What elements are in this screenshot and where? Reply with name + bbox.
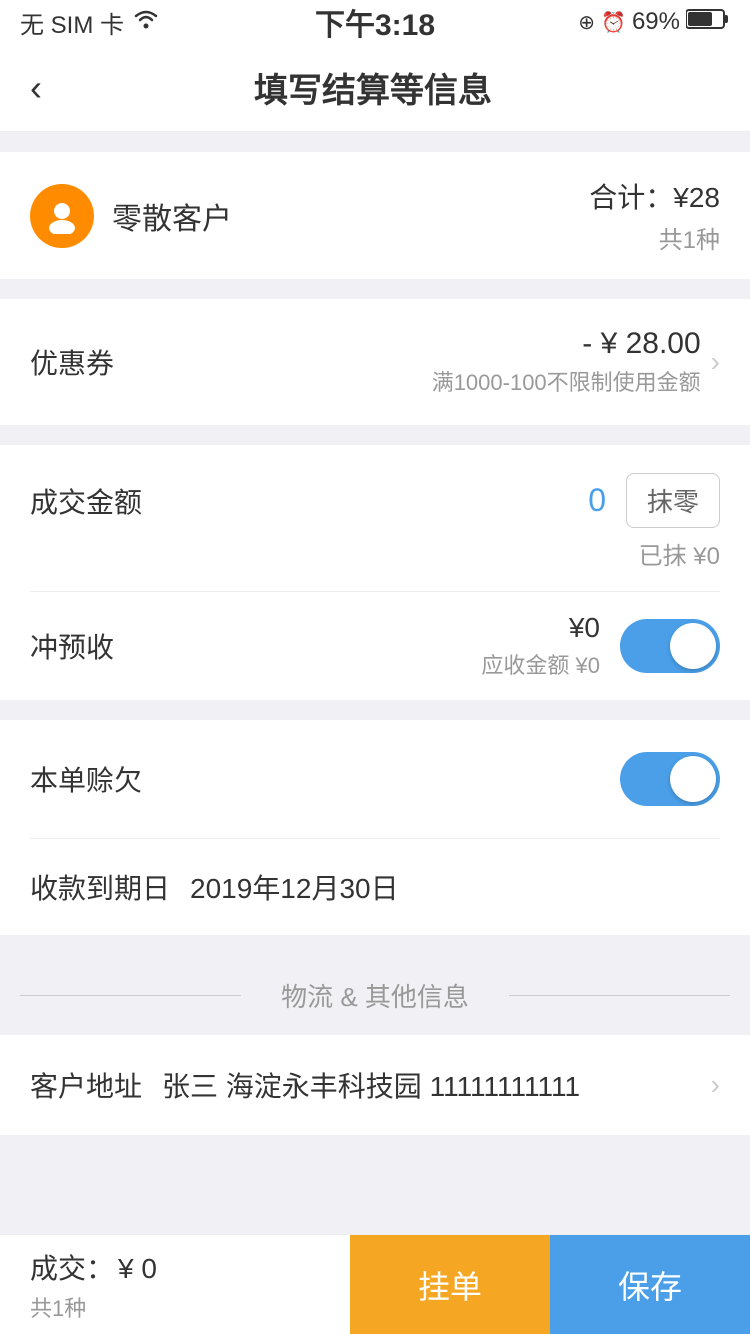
deal-amount-row: 成交金额 0 抹零 (0, 445, 750, 536)
bottom-deal-row: 成交： ¥ 0 (30, 1247, 320, 1287)
toggle-knob (670, 623, 716, 669)
advance-amount: ¥0 (481, 612, 600, 644)
advance-label: 冲预收 (30, 626, 114, 666)
status-left: 无 SIM 卡 (20, 5, 160, 40)
coupon-info: - ¥ 28.00 满1000-100不限制使用金额 (432, 327, 701, 397)
address-section: 客户地址 张三 海淀永丰科技园 11111111111 › (0, 1035, 750, 1135)
round-zero-button[interactable]: 抹零 (626, 473, 720, 528)
gap5 (0, 935, 750, 955)
coupon-section: 优惠券 - ¥ 28.00 满1000-100不限制使用金额 › (0, 299, 750, 425)
hang-button[interactable]: 挂单 (350, 1235, 550, 1334)
bottom-deal-label: 成交： (30, 1247, 114, 1287)
deal-amount-right: 0 抹零 (588, 473, 720, 528)
customer-left: 零散客户 (30, 184, 232, 248)
credit-label: 本单赊欠 (30, 759, 142, 799)
status-right: ⊕ ⏰ 69% (578, 8, 730, 37)
address-label: 客户地址 (30, 1065, 142, 1105)
customer-avatar (30, 184, 94, 248)
bottom-deal-amount: ¥ 0 (118, 1253, 157, 1285)
battery-percent: 69% (632, 8, 680, 36)
coupon-desc: 满1000-100不限制使用金额 (432, 365, 701, 397)
advance-row: 冲预收 ¥0 应收金额 ¥0 (0, 592, 750, 700)
advance-sub: 应收金额 ¥0 (481, 648, 600, 680)
logistics-line-left (20, 995, 241, 996)
advance-info: ¥0 应收金额 ¥0 (481, 612, 600, 680)
customer-name: 零散客户 (112, 194, 232, 238)
logistics-label: 物流 & 其他信息 (281, 977, 469, 1014)
nav-bar: ‹ 填写结算等信息 (0, 44, 750, 132)
credit-toggle[interactable] (620, 752, 720, 806)
customer-summary: 合计：¥28 共1种 (589, 176, 720, 255)
logistics-header: 物流 & 其他信息 (0, 955, 750, 1035)
bottom-count: 共1种 (30, 1291, 320, 1323)
status-bar: 无 SIM 卡 下午3:18 ⊕ ⏰ 69% (0, 0, 750, 44)
credit-toggle-knob (670, 756, 716, 802)
advance-right: ¥0 应收金额 ¥0 (481, 612, 720, 680)
deal-section: 成交金额 0 抹零 已抹 ¥0 冲预收 ¥0 应收金额 ¥0 (0, 445, 750, 700)
gap1 (0, 132, 750, 152)
bottom-info: 成交： ¥ 0 共1种 (0, 1235, 350, 1334)
coupon-label: 优惠券 (30, 342, 114, 382)
alarm-icon: ⏰ (601, 10, 626, 35)
address-chevron-icon: › (711, 1069, 720, 1101)
due-date-label: 收款到期日 (30, 867, 170, 907)
gap2 (0, 279, 750, 299)
wifi-icon (132, 8, 160, 36)
location-icon: ⊕ (578, 10, 595, 35)
status-time: 下午3:18 (315, 0, 435, 44)
battery-icon (686, 8, 730, 37)
customer-count: 共1种 (589, 220, 720, 255)
chevron-right-icon: › (711, 346, 720, 378)
signal-text: 无 SIM 卡 (20, 5, 124, 40)
save-button[interactable]: 保存 (550, 1235, 750, 1334)
due-date-row: 收款到期日 2019年12月30日 (0, 839, 750, 935)
deal-sub-text: 已抹 ¥0 (0, 536, 750, 591)
page-title: 填写结算等信息 (62, 63, 684, 112)
coupon-right: - ¥ 28.00 满1000-100不限制使用金额 › (432, 327, 720, 397)
gap4 (0, 700, 750, 720)
deal-amount-label: 成交金额 (30, 481, 142, 521)
coupon-row[interactable]: 优惠券 - ¥ 28.00 满1000-100不限制使用金额 › (0, 299, 750, 425)
address-value: 张三 海淀永丰科技园 11111111111 (162, 1065, 711, 1105)
deal-amount-value: 0 (588, 482, 606, 519)
customer-row: 零散客户 合计：¥28 共1种 (0, 152, 750, 279)
credit-row: 本单赊欠 (0, 720, 750, 838)
advance-toggle[interactable] (620, 619, 720, 673)
back-button[interactable]: ‹ (30, 67, 42, 109)
gap3 (0, 425, 750, 445)
bottom-bar: 成交： ¥ 0 共1种 挂单 保存 (0, 1234, 750, 1334)
credit-section: 本单赊欠 收款到期日 2019年12月30日 (0, 720, 750, 935)
customer-total: 合计：¥28 (589, 176, 720, 216)
coupon-discount: - ¥ 28.00 (432, 327, 701, 361)
logistics-line-right (509, 995, 730, 996)
address-row[interactable]: 客户地址 张三 海淀永丰科技园 11111111111 › (0, 1035, 750, 1135)
due-date-value: 2019年12月30日 (190, 867, 399, 907)
customer-section: 零散客户 合计：¥28 共1种 (0, 152, 750, 279)
